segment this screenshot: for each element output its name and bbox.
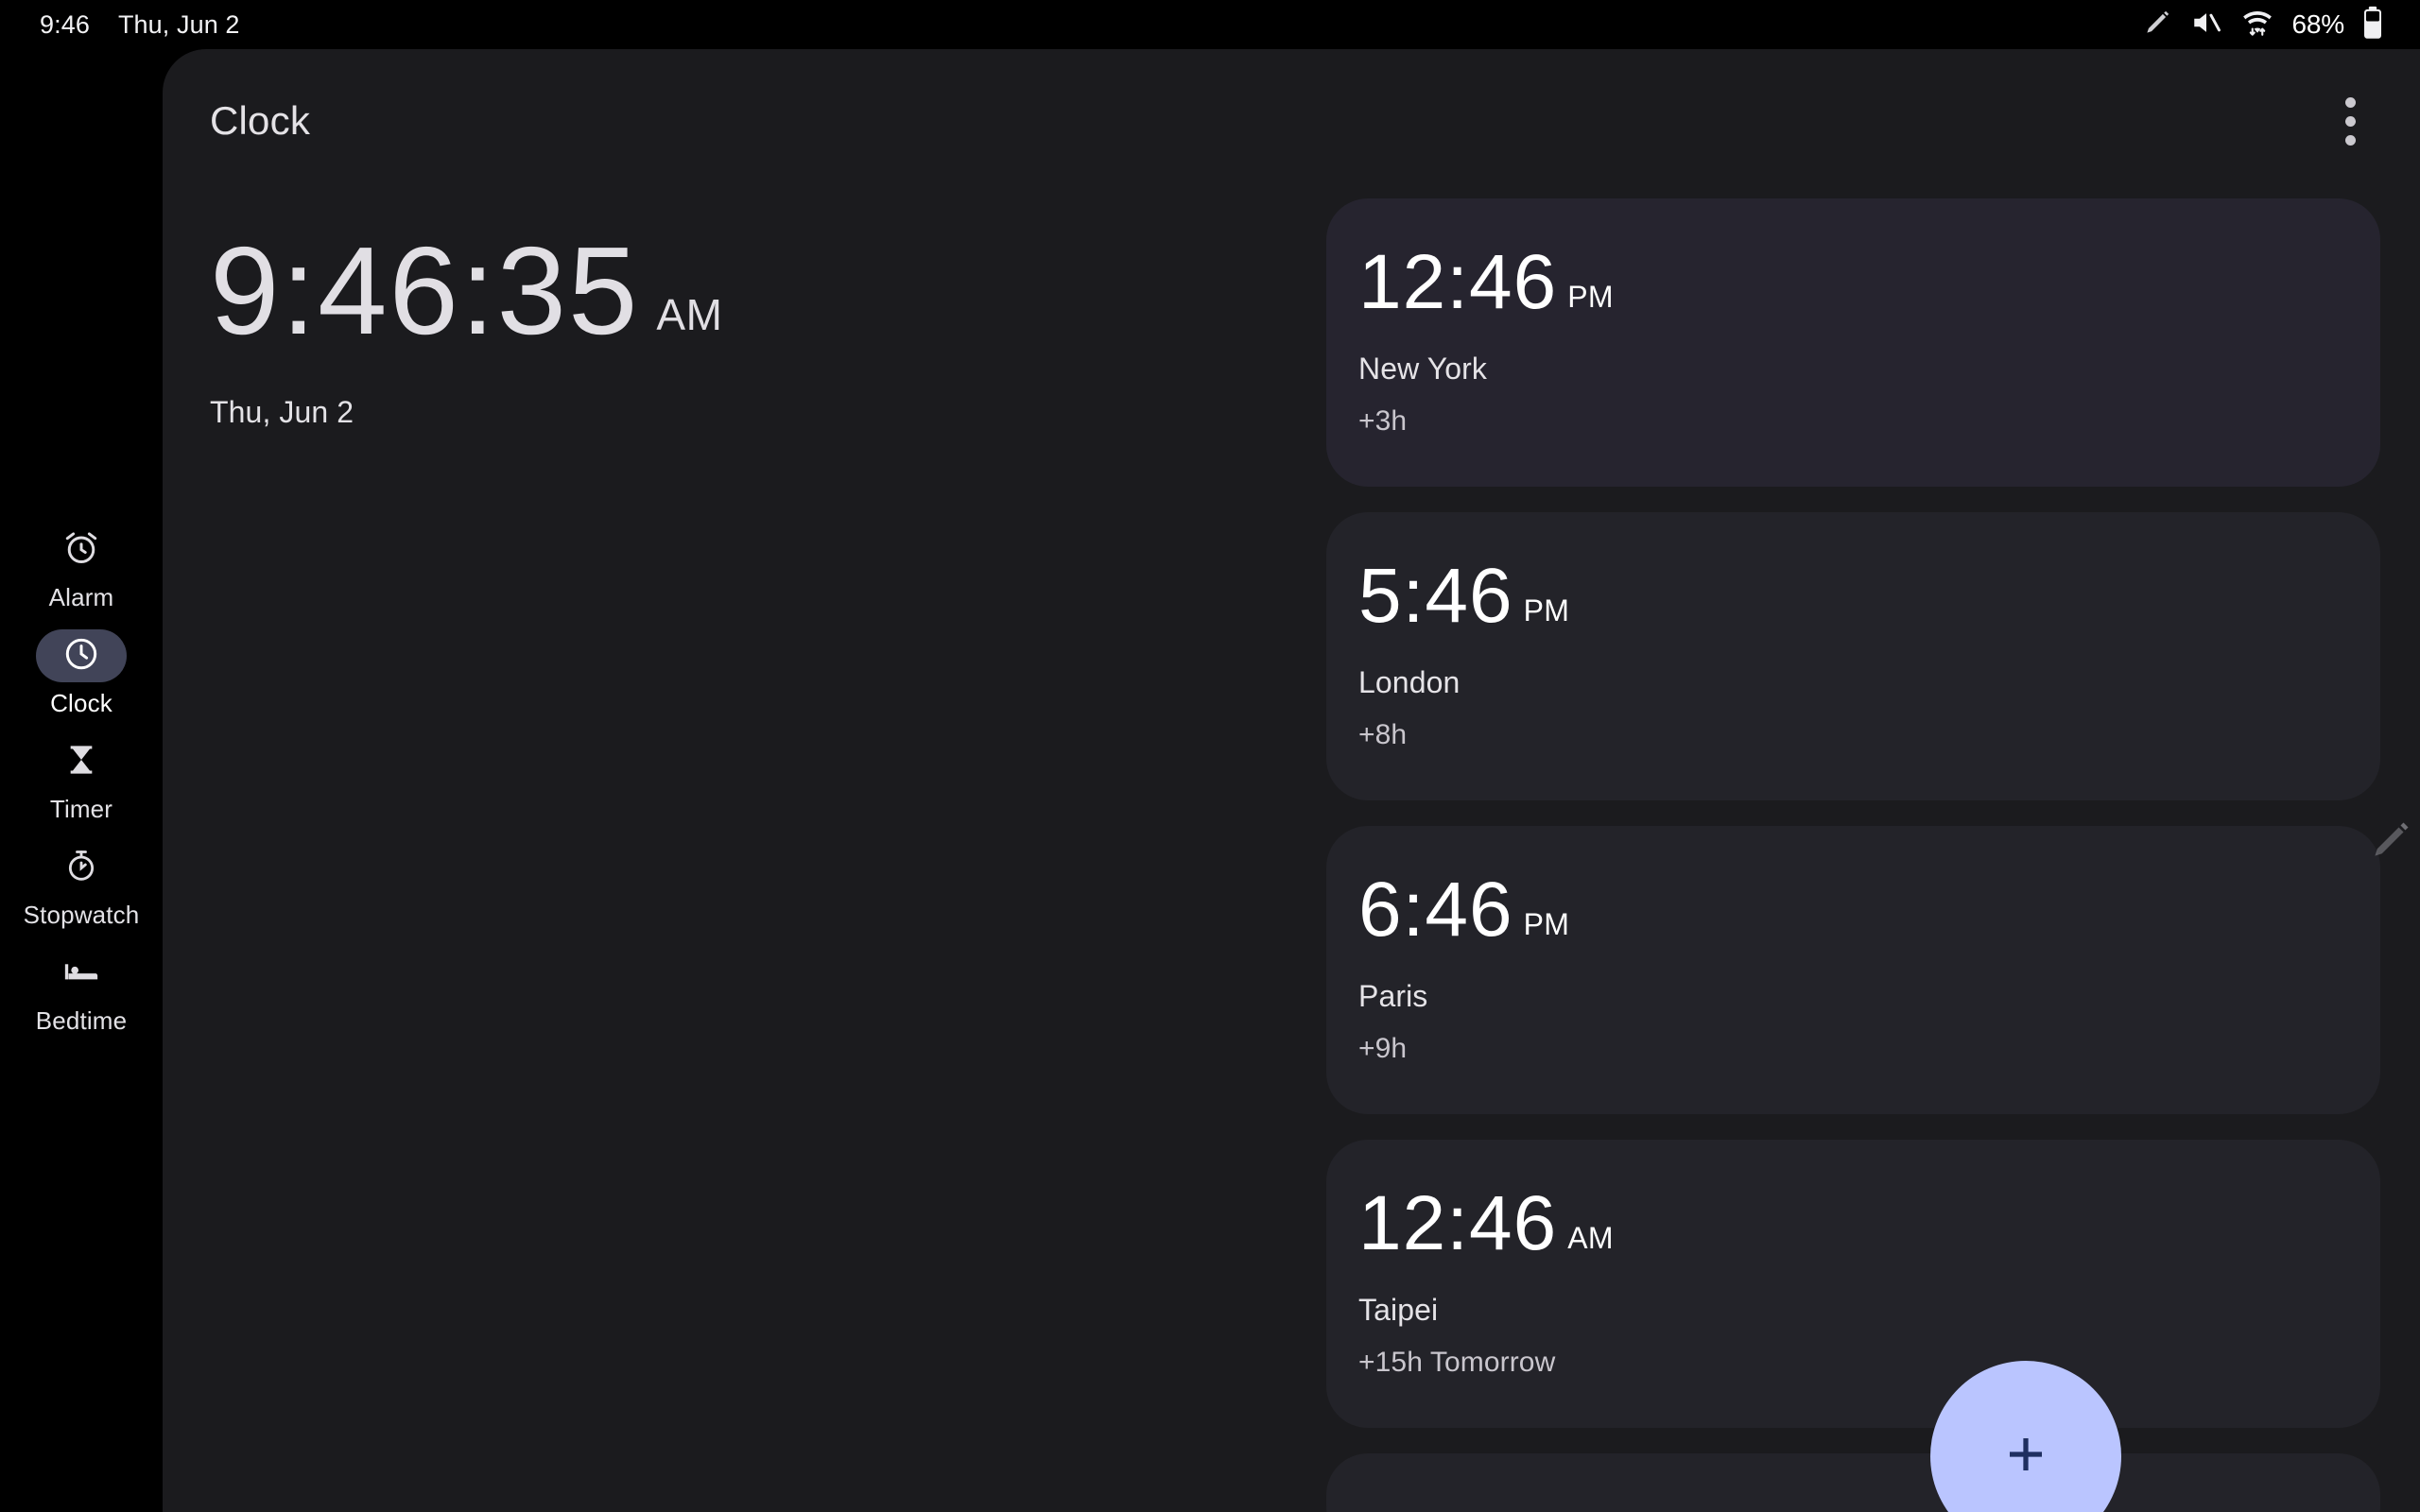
world-clock-offset: +9h — [1358, 1033, 1408, 1064]
world-clock-time: 12:46 — [1358, 1180, 1558, 1266]
stylus-icon — [2141, 7, 2173, 43]
world-clock-city-name: London — [1358, 665, 1461, 699]
battery-icon — [2361, 6, 2384, 44]
sidebar-item-stopwatch-pill — [36, 841, 127, 894]
plus-icon — [1997, 1426, 2054, 1487]
world-clock-city-name: New York — [1358, 352, 1487, 386]
primary-clock-ampm: AM — [656, 290, 723, 339]
world-clock-time: 6:46 — [1358, 867, 1513, 953]
status-bar: 9:46 Thu, Jun 2 68% — [0, 0, 2420, 49]
world-clock-time-row: 12:46 AM — [1358, 1185, 2348, 1263]
sidebar-item-alarm-pill — [36, 524, 127, 576]
sidebar-item-stopwatch-label: Stopwatch — [23, 901, 140, 929]
world-clock-offset: +15h Tomorrow — [1358, 1347, 1556, 1378]
world-clock-card-partial[interactable] — [1326, 1453, 2380, 1512]
sidebar-item-clock-label: Clock — [50, 689, 112, 717]
volume-muted-icon — [2190, 7, 2222, 43]
sidebar-item-bedtime-pill — [36, 947, 127, 1000]
status-bar-time: 9:46 — [40, 9, 90, 39]
world-clock-card-content: 6:46 PM Paris +9h — [1358, 871, 2348, 1065]
world-clock-time-row: 6:46 PM — [1358, 871, 2348, 949]
world-clock-card-new-york[interactable]: 12:46 PM New York +3h — [1326, 198, 2380, 487]
navigation-rail-items: Alarm Clock Timer Stopwatch Bedtime — [0, 516, 163, 1045]
world-clock-offset: +8h — [1358, 719, 1408, 750]
world-clock-card-content: 12:46 AM Taipei +15h Tomorrow — [1358, 1185, 2348, 1379]
clock-app-panel: Clock 9:46:35 AM Thu, Jun 2 12:46 PM New… — [163, 49, 2420, 1512]
primary-clock-date: Thu, Jun 2 — [210, 395, 354, 429]
sidebar-item-timer-pill — [36, 735, 127, 788]
world-clock-offset: +3h — [1358, 405, 1408, 437]
more-dot — [2344, 134, 2356, 146]
primary-clock-time-row: 9:46:35 AM — [210, 229, 1278, 353]
world-clock-time: 12:46 — [1358, 239, 1558, 325]
sidebar-item-bedtime[interactable]: Bedtime — [0, 939, 163, 1045]
world-clock-ampm: AM — [1567, 1221, 1614, 1255]
world-clock-card-paris[interactable]: 6:46 PM Paris +9h — [1326, 826, 2380, 1114]
world-clock-card-taipei[interactable]: 12:46 AM Taipei +15h Tomorrow — [1326, 1140, 2380, 1428]
more-dot — [2344, 96, 2356, 108]
world-clock-city-name: Taipei — [1358, 1293, 1439, 1327]
hourglass-icon — [62, 741, 100, 783]
sidebar-item-bedtime-label: Bedtime — [35, 1006, 128, 1035]
bed-icon — [61, 952, 101, 996]
stylus-edit-icon[interactable] — [2365, 816, 2414, 866]
world-clock-city-name: Paris — [1358, 979, 1428, 1013]
sidebar-item-alarm-label: Alarm — [48, 583, 114, 611]
status-bar-date: Thu, Jun 2 — [117, 9, 240, 39]
primary-clock-time: 9:46:35 — [210, 221, 640, 360]
more-vert-icon[interactable] — [2316, 87, 2384, 155]
world-clock-time-row: 12:46 PM — [1358, 244, 2348, 321]
battery-percent-label: 68% — [2291, 9, 2345, 39]
more-dot — [2344, 115, 2356, 127]
world-clock-time-row: 5:46 PM — [1358, 558, 2348, 635]
world-clock-card-london[interactable]: 5:46 PM London +8h — [1326, 512, 2380, 800]
sidebar-item-timer[interactable]: Timer — [0, 728, 163, 833]
app-bar: Clock — [163, 49, 2420, 189]
sidebar-item-alarm[interactable]: Alarm — [0, 516, 163, 622]
clock-icon — [61, 634, 101, 679]
stopwatch-icon — [62, 847, 100, 889]
status-bar-right: 68% — [2141, 0, 2384, 49]
wifi-data-icon — [2239, 7, 2275, 43]
world-clock-card-content: 5:46 PM London +8h — [1358, 558, 2348, 751]
navigation-rail: Alarm Clock Timer Stopwatch Bedtime — [0, 49, 163, 1512]
sidebar-item-clock-pill — [36, 629, 127, 682]
page-title: Clock — [210, 98, 311, 143]
status-bar-left: 9:46 Thu, Jun 2 — [40, 10, 240, 40]
sidebar-item-stopwatch[interactable]: Stopwatch — [0, 833, 163, 939]
sidebar-item-clock[interactable]: Clock — [0, 622, 163, 728]
world-clock-card-content: 12:46 PM New York +3h — [1358, 244, 2348, 438]
sidebar-item-timer-label: Timer — [49, 795, 113, 823]
world-clock-time: 5:46 — [1358, 553, 1513, 639]
world-clock-ampm: PM — [1567, 280, 1614, 314]
world-clock-ampm: PM — [1523, 907, 1570, 941]
world-clock-ampm: PM — [1523, 593, 1570, 627]
alarm-clock-icon — [61, 528, 101, 573]
world-clock-list: 12:46 PM New York +3h 5:46 PM London +8h… — [1326, 198, 2380, 1512]
primary-clock: 9:46:35 AM Thu, Jun 2 — [210, 229, 1278, 430]
